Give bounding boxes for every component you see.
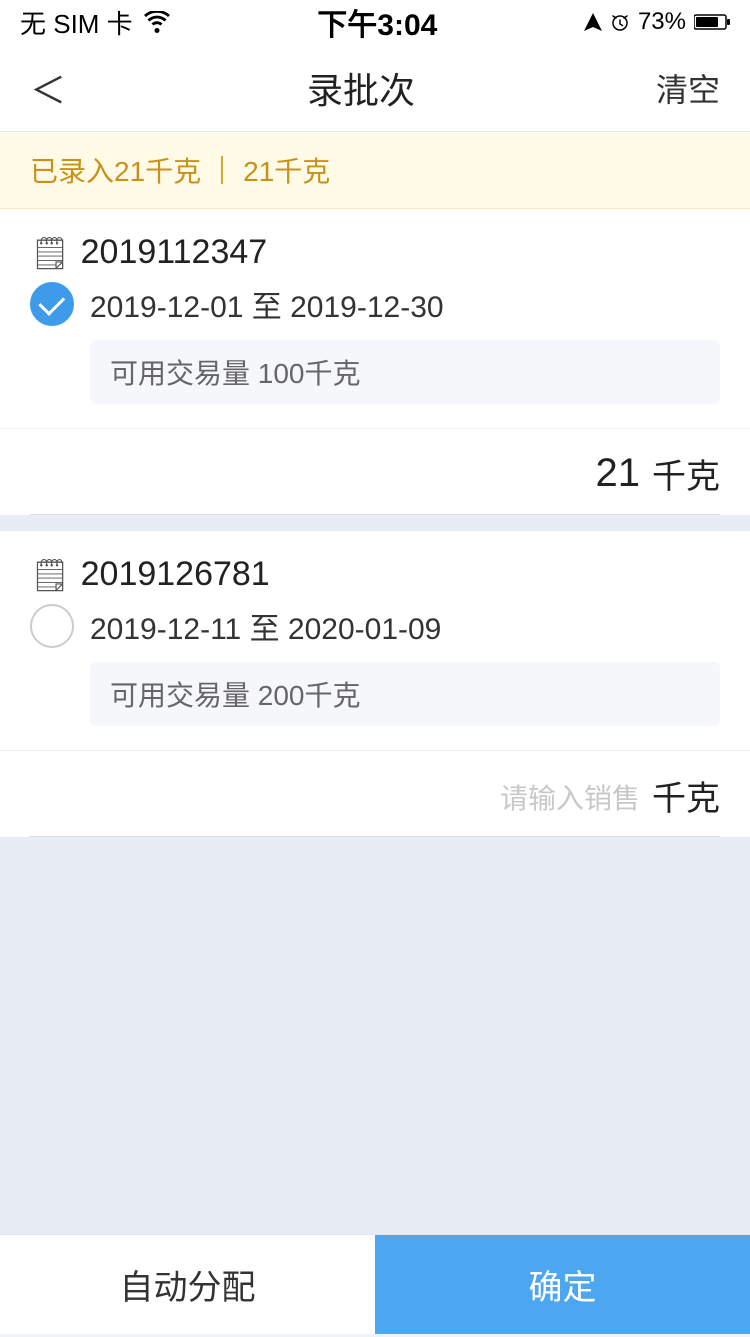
battery-icon bbox=[694, 13, 730, 31]
batch-2-radio[interactable] bbox=[30, 604, 74, 648]
total-qty-label: 21千克 bbox=[243, 150, 330, 190]
batch-2-id: 2019126781 bbox=[81, 555, 270, 594]
batch-card-2: 🗒 2019126781 2019-12-11 至 2020-01-09 可用交… bbox=[0, 531, 750, 837]
auto-distribute-button[interactable]: 自动分配 bbox=[0, 1235, 375, 1334]
page-content: 已录入21千克 21千克 🗒 2019112347 2019-12-01 至 2… bbox=[0, 132, 750, 1337]
carrier-text: 无 SIM 卡 bbox=[20, 4, 133, 41]
batch-1-doc-icon: 🗒 bbox=[30, 234, 71, 272]
batch-1-input-row: 千克 bbox=[0, 428, 750, 514]
batch-1-date-row[interactable]: 2019-12-01 至 2019-12-30 bbox=[30, 282, 720, 326]
info-banner: 已录入21千克 21千克 bbox=[0, 132, 750, 209]
batch-2-unit: 千克 bbox=[652, 771, 720, 820]
batch-1-radio[interactable] bbox=[30, 282, 74, 326]
batch-1-unit: 千克 bbox=[652, 449, 720, 498]
batch-card-1: 🗒 2019112347 2019-12-01 至 2019-12-30 可用交… bbox=[0, 209, 750, 515]
batch-1-id-row: 🗒 2019112347 bbox=[30, 233, 720, 272]
batch-2-input-row: 千克 bbox=[0, 750, 750, 836]
nav-bar: ＜ 录批次 清空 bbox=[0, 44, 750, 132]
batch-1-date: 2019-12-01 至 2019-12-30 bbox=[90, 282, 444, 326]
status-indicators: 73% bbox=[584, 8, 730, 36]
status-bar: 无 SIM 卡 下午3:04 73% bbox=[0, 0, 750, 44]
confirm-button[interactable]: 确定 bbox=[375, 1235, 750, 1334]
batch-2-available: 可用交易量 200千克 bbox=[90, 662, 720, 726]
info-divider bbox=[221, 156, 223, 184]
batch-1-available: 可用交易量 100千克 bbox=[90, 340, 720, 404]
batch-2-doc-icon: 🗒 bbox=[30, 556, 71, 594]
batch-2-id-row: 🗒 2019126781 bbox=[30, 555, 720, 594]
battery-text: 73% bbox=[638, 8, 686, 36]
status-carrier: 无 SIM 卡 bbox=[20, 4, 171, 41]
bottom-bar: 自动分配 确定 bbox=[0, 1234, 750, 1334]
location-icon bbox=[584, 13, 602, 31]
back-button[interactable]: ＜ bbox=[30, 62, 66, 114]
batch-1-id: 2019112347 bbox=[81, 233, 268, 272]
batch-2-date: 2019-12-11 至 2020-01-09 bbox=[90, 604, 441, 648]
page-title: 录批次 bbox=[307, 62, 415, 114]
batch-1-qty-input[interactable] bbox=[500, 451, 640, 496]
batch-1-inner: 🗒 2019112347 2019-12-01 至 2019-12-30 可用交… bbox=[0, 209, 750, 428]
recorded-qty-label: 已录入21千克 bbox=[30, 150, 201, 190]
batch-2-qty-input[interactable] bbox=[500, 773, 640, 818]
status-time: 下午3:04 bbox=[317, 0, 437, 44]
clear-button[interactable]: 清空 bbox=[656, 65, 720, 111]
wifi-icon bbox=[143, 11, 171, 33]
batch-2-inner: 🗒 2019126781 2019-12-11 至 2020-01-09 可用交… bbox=[0, 531, 750, 750]
section-separator-1 bbox=[0, 515, 750, 531]
empty-area bbox=[0, 837, 750, 1237]
alarm-icon bbox=[610, 12, 630, 32]
batch-2-date-row[interactable]: 2019-12-11 至 2020-01-09 bbox=[30, 604, 720, 648]
